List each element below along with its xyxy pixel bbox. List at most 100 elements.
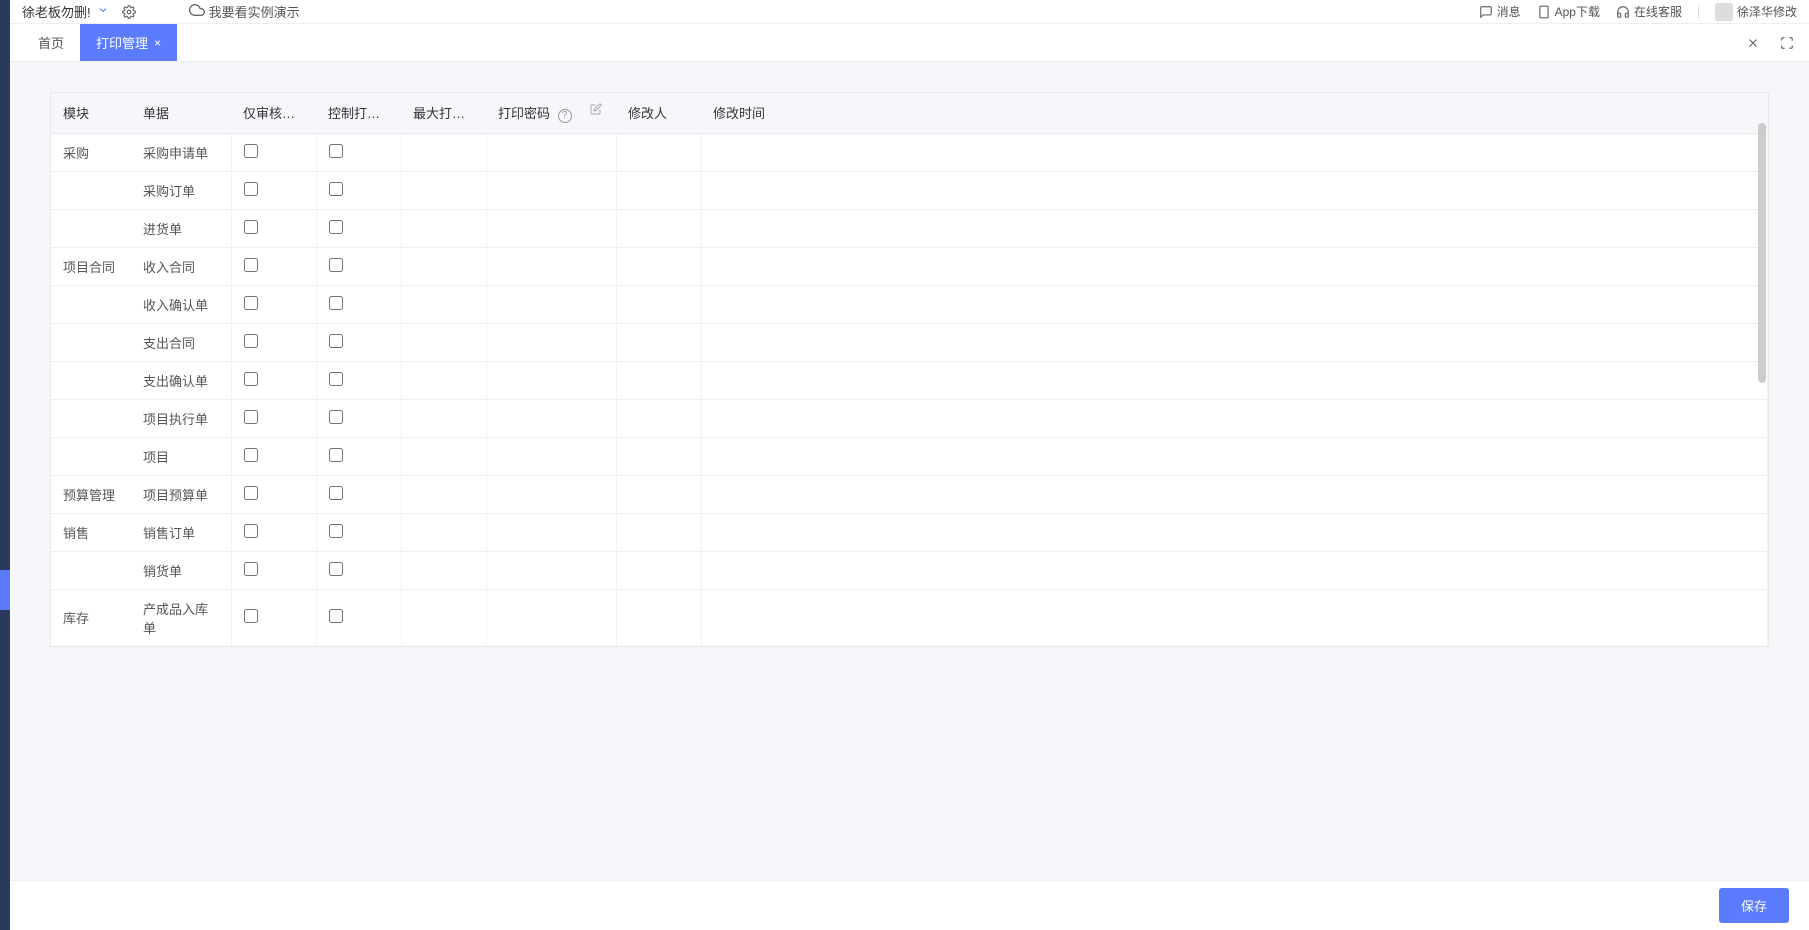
cell-audit-only [231, 285, 316, 323]
table-row: 库存产成品入库单 [51, 589, 1768, 646]
audit-only-checkbox[interactable] [244, 296, 258, 310]
control-print-checkbox[interactable] [329, 372, 343, 386]
control-print-checkbox[interactable] [329, 524, 343, 538]
table-row: 销售销售订单 [51, 513, 1768, 551]
cell-audit-only [231, 399, 316, 437]
close-icon[interactable]: × [154, 36, 161, 50]
control-print-checkbox[interactable] [329, 486, 343, 500]
messages-link[interactable]: 消息 [1479, 3, 1521, 20]
cell-document: 支出确认单 [131, 361, 231, 399]
cell-print-password [486, 589, 616, 646]
close-panel-icon[interactable] [1741, 31, 1765, 55]
edit-icon[interactable] [590, 103, 604, 117]
cell-print-password [486, 399, 616, 437]
table-row: 支出合同 [51, 323, 1768, 361]
control-print-checkbox[interactable] [329, 609, 343, 623]
col-module: 模块 [51, 93, 131, 133]
control-print-checkbox[interactable] [329, 144, 343, 158]
cell-max-print [401, 285, 486, 323]
fullscreen-icon[interactable] [1775, 31, 1799, 55]
cell-print-password [486, 171, 616, 209]
cloud-icon [189, 2, 205, 21]
cell-modifier [616, 399, 701, 437]
online-service-link[interactable]: 在线客服 [1616, 3, 1682, 20]
control-print-checkbox[interactable] [329, 410, 343, 424]
cell-audit-only [231, 437, 316, 475]
control-print-checkbox[interactable] [329, 448, 343, 462]
phone-icon [1537, 5, 1551, 19]
scrollbar-track[interactable] [1758, 123, 1766, 642]
app-download-link[interactable]: App下载 [1537, 3, 1600, 20]
cell-max-print [401, 589, 486, 646]
tab-print-management[interactable]: 打印管理 × [80, 24, 177, 61]
cell-document: 进货单 [131, 209, 231, 247]
col-audit-only: 仅审核后... [231, 93, 316, 133]
control-print-checkbox[interactable] [329, 220, 343, 234]
cell-document: 项目 [131, 437, 231, 475]
table-row: 项目执行单 [51, 399, 1768, 437]
cell-module: 销售 [51, 513, 131, 551]
divider [1698, 5, 1699, 19]
cell-control-print [316, 209, 401, 247]
control-print-checkbox[interactable] [329, 296, 343, 310]
audit-only-checkbox[interactable] [244, 144, 258, 158]
cell-module: 项目合同 [51, 247, 131, 285]
audit-only-checkbox[interactable] [244, 448, 258, 462]
help-icon[interactable]: ? [558, 109, 572, 123]
col-max-print: 最大打印... [401, 93, 486, 133]
audit-only-checkbox[interactable] [244, 609, 258, 623]
cell-modifier [616, 247, 701, 285]
demo-link[interactable]: 我要看实例演示 [189, 2, 300, 21]
cell-print-password [486, 551, 616, 589]
tab-print-management-label: 打印管理 [96, 33, 148, 52]
cell-control-print [316, 285, 401, 323]
control-print-checkbox[interactable] [329, 334, 343, 348]
table-row: 预算管理项目预算单 [51, 475, 1768, 513]
cell-print-password [486, 361, 616, 399]
audit-only-checkbox[interactable] [244, 220, 258, 234]
cell-audit-only [231, 475, 316, 513]
cell-document: 产成品入库单 [131, 589, 231, 646]
audit-only-checkbox[interactable] [244, 258, 258, 272]
top-bar: 徐老板勿删! 我要看实例演示 消息 App下载 [10, 0, 1809, 24]
cell-module [51, 285, 131, 323]
cell-control-print [316, 323, 401, 361]
control-print-checkbox[interactable] [329, 258, 343, 272]
cell-modifier [616, 209, 701, 247]
tabs-bar: 首页 打印管理 × [10, 24, 1809, 62]
audit-only-checkbox[interactable] [244, 524, 258, 538]
table-row: 项目 [51, 437, 1768, 475]
table-row: 销货单 [51, 551, 1768, 589]
cell-module [51, 399, 131, 437]
cell-max-print [401, 551, 486, 589]
audit-only-checkbox[interactable] [244, 372, 258, 386]
print-settings-table: 模块 单据 仅审核后... 控制打印... 最大打印... 打印密码 ? 修改人… [50, 92, 1769, 647]
audit-only-checkbox[interactable] [244, 562, 258, 576]
cell-print-password [486, 323, 616, 361]
cell-module [51, 209, 131, 247]
audit-only-checkbox[interactable] [244, 334, 258, 348]
user-menu[interactable]: 徐泽华修改 [1715, 3, 1797, 21]
control-print-checkbox[interactable] [329, 182, 343, 196]
cell-modifier [616, 323, 701, 361]
col-print-password-label: 打印密码 [498, 106, 550, 121]
table-row: 进货单 [51, 209, 1768, 247]
tab-home[interactable]: 首页 [22, 24, 80, 61]
company-selector[interactable]: 徐老板勿删! [22, 2, 109, 21]
cell-modify-time [701, 475, 1768, 513]
cell-module [51, 361, 131, 399]
content-area: 模块 单据 仅审核后... 控制打印... 最大打印... 打印密码 ? 修改人… [10, 62, 1809, 880]
control-print-checkbox[interactable] [329, 562, 343, 576]
cell-module: 预算管理 [51, 475, 131, 513]
gear-icon[interactable] [117, 0, 141, 24]
cell-modify-time [701, 513, 1768, 551]
cell-module [51, 437, 131, 475]
save-button[interactable]: 保存 [1719, 888, 1789, 923]
audit-only-checkbox[interactable] [244, 410, 258, 424]
audit-only-checkbox[interactable] [244, 182, 258, 196]
table-row: 收入确认单 [51, 285, 1768, 323]
scrollbar-thumb[interactable] [1758, 123, 1766, 383]
cell-modify-time [701, 209, 1768, 247]
cell-control-print [316, 171, 401, 209]
audit-only-checkbox[interactable] [244, 486, 258, 500]
